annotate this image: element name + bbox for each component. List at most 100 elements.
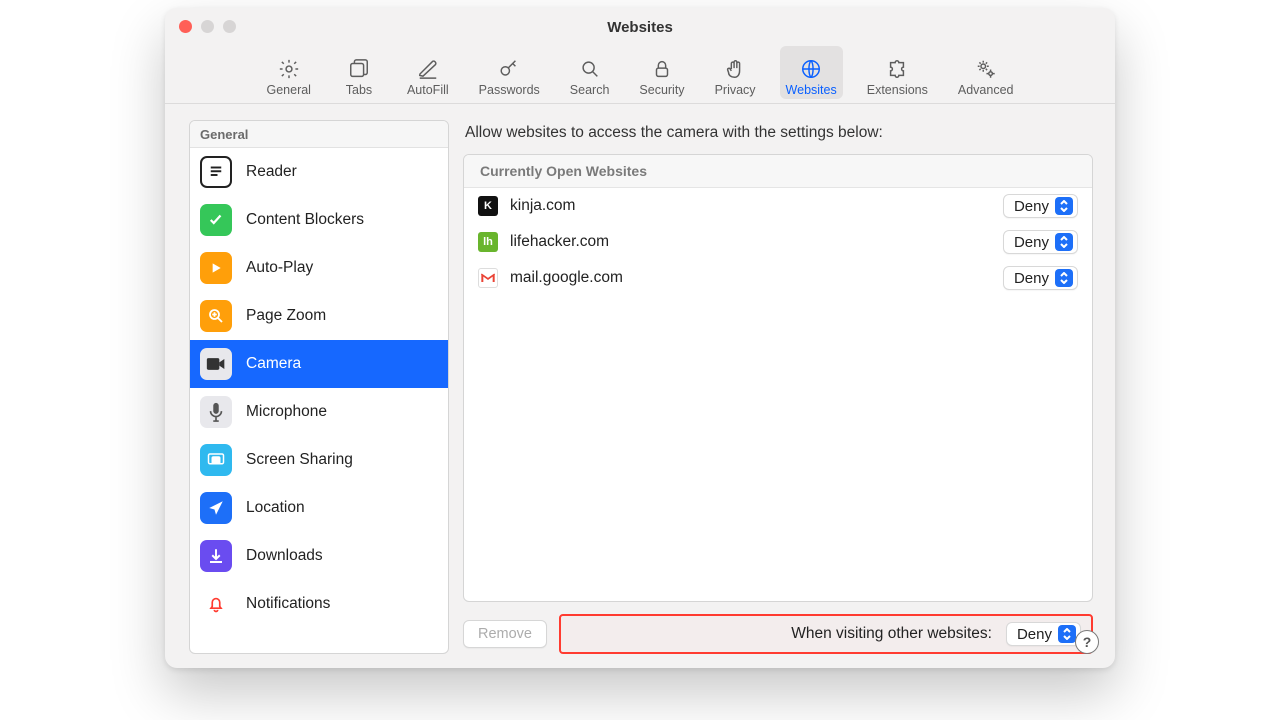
location-icon [200,492,232,524]
sidebar-item-page-zoom[interactable]: Page Zoom [190,292,448,340]
reader-icon [200,156,232,188]
permission-select[interactable]: Deny [1003,230,1078,254]
key-icon [497,57,521,81]
tab-label: Advanced [958,83,1014,97]
preferences-toolbar: General Tabs AutoFill Passwords Search Securi… [165,46,1115,104]
puzzle-icon [885,57,909,81]
tab-label: Privacy [715,83,756,97]
tab-label: Tabs [346,83,372,97]
help-button[interactable]: ? [1075,630,1099,654]
remove-button[interactable]: Remove [463,620,547,648]
permission-value: Deny [1014,270,1049,287]
minimize-window-button[interactable] [201,20,214,33]
permission-value: Deny [1014,198,1049,215]
website-row[interactable]: mail.google.com Deny [464,260,1092,296]
close-window-button[interactable] [179,20,192,33]
tab-passwords[interactable]: Passwords [473,46,546,99]
preferences-window: Websites General Tabs AutoFill Passwords Sea… [165,8,1115,668]
tab-search[interactable]: Search [564,46,616,99]
sidebar-item-label: Camera [246,355,301,373]
sidebar-item-camera[interactable]: Camera [190,340,448,388]
sidebar-item-location[interactable]: Location [190,484,448,532]
gear-icon [277,57,301,81]
permission-select[interactable]: Deny [1003,194,1078,218]
other-websites-select[interactable]: Deny [1006,622,1081,646]
sidebar-item-label: Content Blockers [246,211,364,229]
sidebar-section-header: General [190,121,448,148]
screen-sharing-icon [200,444,232,476]
content-area: General Reader Content Blockers Auto-Play P… [165,104,1115,668]
tab-security[interactable]: Security [633,46,690,99]
tab-privacy[interactable]: Privacy [709,46,762,99]
site-favicon: K [478,196,498,216]
main-panel: Allow websites to access the camera with… [463,120,1101,654]
tab-extensions[interactable]: Extensions [861,46,934,99]
sidebar-item-label: Auto-Play [246,259,313,277]
list-header: Currently Open Websites [464,155,1092,188]
websites-list: Currently Open Websites Kkinja.com Deny … [463,154,1093,602]
sidebar-item-notifications[interactable]: Notifications [190,580,448,628]
sidebar-item-reader[interactable]: Reader [190,148,448,196]
titlebar: Websites [165,8,1115,46]
tab-advanced[interactable]: Advanced [952,46,1020,99]
other-websites-value: Deny [1017,626,1052,643]
settings-sidebar: General Reader Content Blockers Auto-Play P… [189,120,449,654]
tab-autofill[interactable]: AutoFill [401,46,455,99]
sidebar-item-content-blockers[interactable]: Content Blockers [190,196,448,244]
sidebar-item-label: Notifications [246,595,330,613]
notifications-icon [200,588,232,620]
updown-icon [1055,197,1073,215]
sidebar-item-microphone[interactable]: Microphone [190,388,448,436]
content-blockers-icon [200,204,232,236]
website-row[interactable]: lh lifehacker.com Deny [464,224,1092,260]
sidebar-item-label: Microphone [246,403,327,421]
hand-icon [723,57,747,81]
tab-websites[interactable]: Websites [780,46,843,99]
other-websites-label: When visiting other websites: [791,625,992,643]
window-title: Websites [607,19,673,36]
sidebar-item-downloads[interactable]: Downloads [190,532,448,580]
site-favicon [478,268,498,288]
site-domain: lifehacker.com [510,233,1003,251]
sidebar-item-label: Downloads [246,547,323,565]
tab-label: General [266,83,310,97]
tab-label: Extensions [867,83,928,97]
tab-general[interactable]: General [260,46,316,99]
globe-icon [799,57,823,81]
microphone-icon [200,396,232,428]
traffic-lights [179,20,236,33]
zoom-window-button[interactable] [223,20,236,33]
sidebar-item-auto-play[interactable]: Auto-Play [190,244,448,292]
site-domain: mail.google.com [510,269,1003,287]
lock-icon [650,57,674,81]
tab-tabs[interactable]: Tabs [335,46,383,99]
panel-description: Allow websites to access the camera with… [465,124,1093,142]
website-row[interactable]: Kkinja.com Deny [464,188,1092,224]
panel-footer: Remove When visiting other websites: Den… [463,614,1093,654]
updown-icon [1055,269,1073,287]
tabs-icon [347,57,371,81]
permission-select[interactable]: Deny [1003,266,1078,290]
sidebar-item-label: Page Zoom [246,307,326,325]
sidebar-item-screen-sharing[interactable]: Screen Sharing [190,436,448,484]
other-websites-highlight: When visiting other websites: Deny [559,614,1093,654]
updown-icon [1055,233,1073,251]
sidebar-item-label: Screen Sharing [246,451,353,469]
sidebar-item-label: Location [246,499,305,517]
help-icon: ? [1083,634,1092,650]
auto-play-icon [200,252,232,284]
tab-label: AutoFill [407,83,449,97]
site-domain: kinja.com [510,197,1003,215]
tab-label: Search [570,83,610,97]
site-favicon: lh [478,232,498,252]
page-zoom-icon [200,300,232,332]
pencil-icon [416,57,440,81]
camera-icon [200,348,232,380]
downloads-icon [200,540,232,572]
tab-label: Passwords [479,83,540,97]
gears-icon [974,57,998,81]
permission-value: Deny [1014,234,1049,251]
tab-label: Security [639,83,684,97]
tab-label: Websites [786,83,837,97]
updown-icon [1058,625,1076,643]
